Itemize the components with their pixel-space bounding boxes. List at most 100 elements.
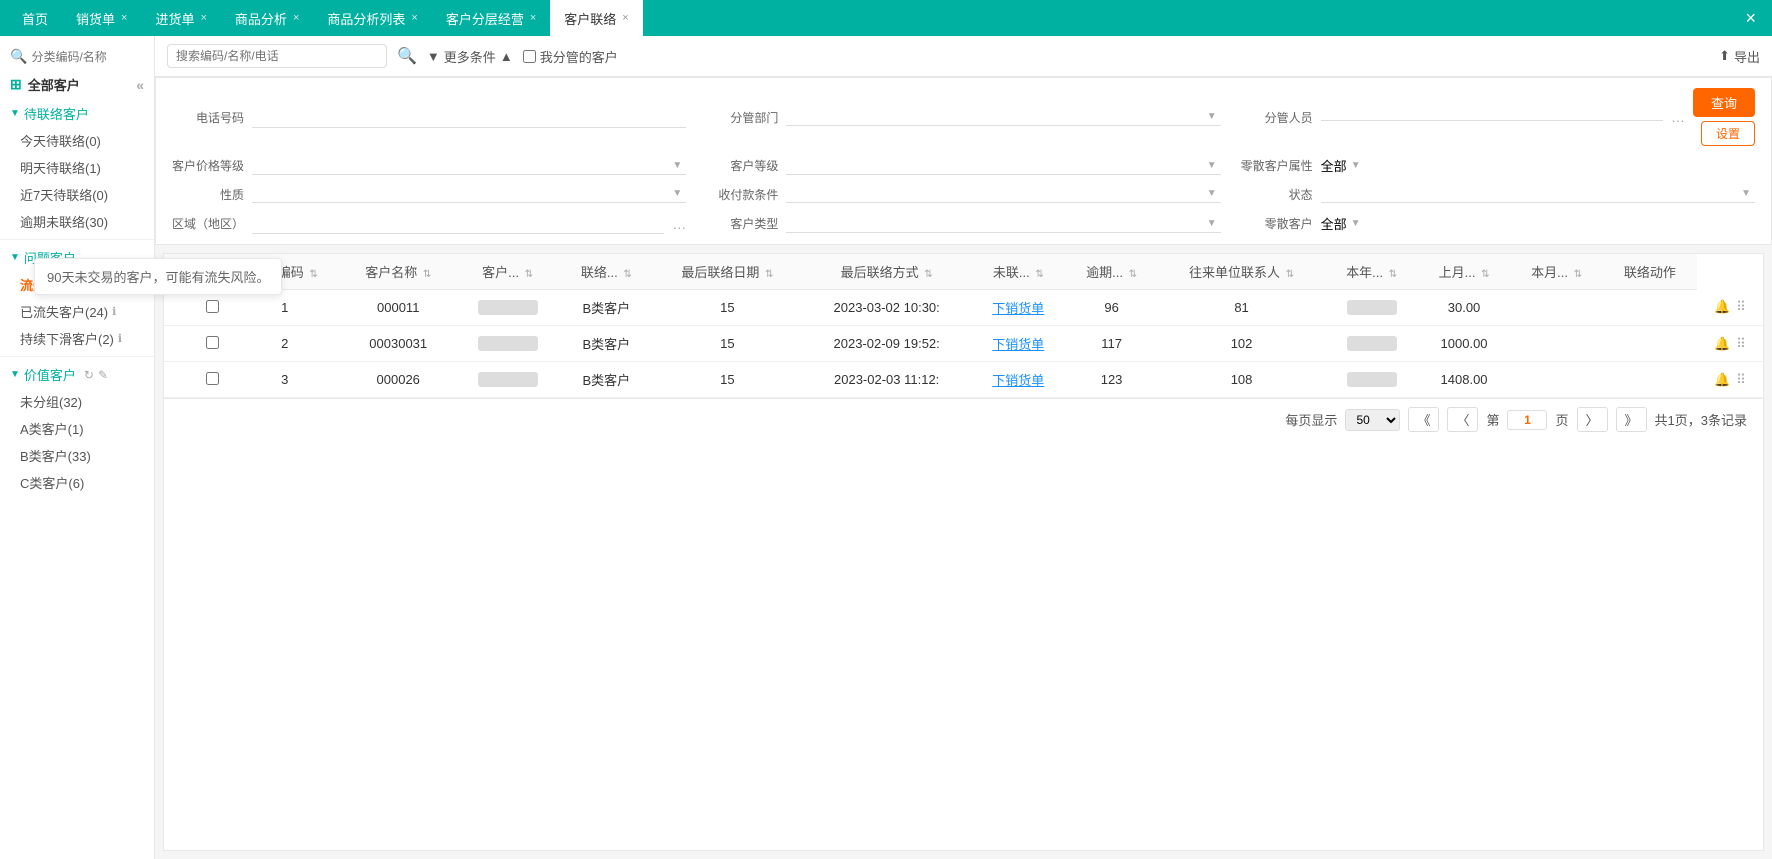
table-header-contact[interactable]: 联络... ⇅	[560, 254, 653, 290]
close-icon[interactable]: ×	[622, 12, 628, 24]
table-header-name[interactable]: 客户名称 ⇅	[341, 254, 454, 290]
filter-customer-type-select[interactable]: ▼	[786, 215, 1220, 233]
sort-icon: ⇅	[1286, 269, 1294, 280]
divider	[0, 239, 154, 240]
collapse-icon[interactable]: «	[136, 77, 144, 93]
window-close-button[interactable]: ×	[1737, 8, 1764, 29]
search-icon: 🔍	[10, 48, 27, 65]
more-action-icon[interactable]: ⠿	[1736, 372, 1746, 388]
sidebar-item-overdue[interactable]: 逾期未联络(30)	[0, 208, 154, 235]
sidebar: 🔍 ⊞ 全部客户 « ▼ 待联络客户 今天待联络(0) 明天待联络(1) 近7天…	[0, 36, 155, 859]
more-action-icon[interactable]: ⠿	[1736, 299, 1746, 315]
prev-page-button[interactable]: 〈	[1447, 407, 1478, 432]
nav-tab-sales[interactable]: 销货单 ×	[62, 0, 141, 36]
table-header-last-contact-method[interactable]: 最后联络方式 ⇅	[802, 254, 971, 290]
contact-icon[interactable]: 🔔	[1714, 372, 1730, 388]
row-action-2[interactable]: 🔔 ⠿	[1697, 362, 1763, 398]
close-icon[interactable]: ×	[530, 12, 536, 24]
sidebar-search-input[interactable]	[31, 50, 144, 64]
filter-phone-input[interactable]	[252, 107, 686, 128]
more-action-icon[interactable]: ⠿	[1736, 336, 1746, 352]
filter-region-input[interactable]	[252, 213, 664, 234]
nav-tab-customer-tier[interactable]: 客户分层经营 ×	[432, 0, 550, 36]
my-customers-checkbox[interactable]: 我分管的客户	[523, 47, 618, 66]
sidebar-item-class-b[interactable]: B类客户(33)	[0, 442, 154, 469]
row-method-2[interactable]: 下销货单	[971, 362, 1065, 398]
row-method-0[interactable]: 下销货单	[971, 290, 1065, 326]
nav-tab-product-analysis[interactable]: 商品分析 ×	[221, 0, 313, 36]
sidebar-group-value[interactable]: ▼ 价值客户 ↻ ✎	[0, 361, 154, 388]
table-header-this-year[interactable]: 本年... ⇅	[1325, 254, 1418, 290]
search-button[interactable]: 查询	[1693, 88, 1755, 117]
refresh-icon[interactable]: ↻	[84, 368, 94, 382]
filter-dots-icon[interactable]: …	[1671, 109, 1685, 125]
nav-tab-customer-contact[interactable]: 客户联络 ×	[550, 0, 642, 36]
more-conditions-button[interactable]: ▼ 更多条件 ▲	[427, 47, 513, 66]
close-icon[interactable]: ×	[121, 12, 127, 24]
export-icon: ⬆	[1719, 48, 1730, 64]
contact-icon[interactable]: 🔔	[1714, 336, 1730, 352]
my-customers-check[interactable]	[523, 50, 536, 63]
row-this-month-0	[1603, 290, 1697, 326]
chevron-down-icon: ▼	[1351, 218, 1361, 229]
sidebar-all-customers[interactable]: ⊞ 全部客户 «	[0, 69, 154, 100]
sidebar-item-churned[interactable]: 已流失客户(24) ℹ	[0, 298, 154, 325]
filter-search-input[interactable]	[167, 44, 387, 68]
table-header-no-contact[interactable]: 未联... ⇅	[971, 254, 1065, 290]
filter-actions: 查询 设置	[1693, 88, 1755, 146]
row-action-1[interactable]: 🔔 ⠿	[1697, 326, 1763, 362]
sidebar-item-tomorrow[interactable]: 明天待联络(1)	[0, 154, 154, 181]
row-last-month-1	[1510, 326, 1603, 362]
sidebar-item-declining[interactable]: 持续下滑客户(2) ℹ	[0, 325, 154, 352]
next-page-button[interactable]: 〉	[1577, 407, 1608, 432]
table-header-this-month[interactable]: 本月... ⇅	[1510, 254, 1603, 290]
row-checkbox-1[interactable]	[196, 326, 228, 362]
sort-icon: ⇅	[765, 269, 773, 280]
table-header-contact-person[interactable]: 往来单位联系人 ⇅	[1158, 254, 1325, 290]
dots-icon[interactable]: …	[672, 216, 686, 232]
filter-search-icon[interactable]: 🔍	[397, 46, 417, 66]
close-icon[interactable]: ×	[293, 12, 299, 24]
close-icon[interactable]: ×	[200, 12, 206, 24]
filter-payment-select[interactable]: ▼	[786, 185, 1220, 203]
filter-dept-select[interactable]: ▼	[786, 108, 1220, 126]
row-this-month-2	[1603, 362, 1697, 398]
close-icon[interactable]: ×	[411, 12, 417, 24]
contact-icon[interactable]: 🔔	[1714, 299, 1730, 315]
sidebar-item-today[interactable]: 今天待联络(0)	[0, 127, 154, 154]
export-button[interactable]: ⬆ 导出	[1719, 47, 1760, 66]
sidebar-item-ungrouped[interactable]: 未分组(32)	[0, 388, 154, 415]
sidebar-item-7days[interactable]: 近7天待联络(0)	[0, 181, 154, 208]
edit-icon[interactable]: ✎	[98, 368, 108, 382]
nav-tab-product-list[interactable]: 商品分析列表 ×	[313, 0, 431, 36]
page-size-select[interactable]: 50 100	[1345, 409, 1400, 431]
sidebar-search-row: 🔍	[0, 44, 154, 69]
page-number-input[interactable]	[1507, 410, 1547, 430]
filter-retail-customer-select[interactable]: 全部 ▼	[1321, 214, 1361, 233]
content-area: 🔍 ▼ 更多条件 ▲ 我分管的客户 ⬆ 导出 电话号码	[155, 36, 1772, 859]
settings-button[interactable]: 设置	[1701, 121, 1755, 146]
table-header-type[interactable]: 客户... ⇅	[455, 254, 560, 290]
table-header-last-contact-date[interactable]: 最后联络日期 ⇅	[653, 254, 802, 290]
filter-price-grade-select[interactable]: ▼	[252, 157, 686, 175]
table-header-last-month[interactable]: 上月... ⇅	[1418, 254, 1511, 290]
row-checkbox-2[interactable]	[196, 362, 228, 398]
sidebar-item-class-a[interactable]: A类客户(1)	[0, 415, 154, 442]
filter-customer-grade-select[interactable]: ▼	[786, 157, 1220, 175]
first-page-button[interactable]: 《	[1408, 407, 1439, 432]
sidebar-group-pending[interactable]: ▼ 待联络客户	[0, 100, 154, 127]
filter-retail-attr-select[interactable]: 全部 ▼	[1321, 156, 1361, 175]
row-method-1[interactable]: 下销货单	[971, 326, 1065, 362]
last-page-button[interactable]: 》	[1616, 407, 1647, 432]
info-icon: ℹ	[112, 305, 116, 318]
sidebar-item-class-c[interactable]: C类客户(6)	[0, 469, 154, 496]
filter-dept: 分管部门 ▼	[706, 88, 1220, 146]
filter-status-select[interactable]: ▼	[1321, 185, 1755, 203]
row-type-1: B类客户	[560, 326, 653, 362]
filter-nature-select[interactable]: ▼	[252, 185, 686, 203]
filter-manager-select[interactable]	[1321, 114, 1663, 121]
table-header-overdue[interactable]: 逾期... ⇅	[1065, 254, 1158, 290]
nav-tab-home[interactable]: 首页	[8, 0, 62, 36]
row-action-0[interactable]: 🔔 ⠿	[1697, 290, 1763, 326]
nav-tab-purchase[interactable]: 进货单 ×	[141, 0, 220, 36]
